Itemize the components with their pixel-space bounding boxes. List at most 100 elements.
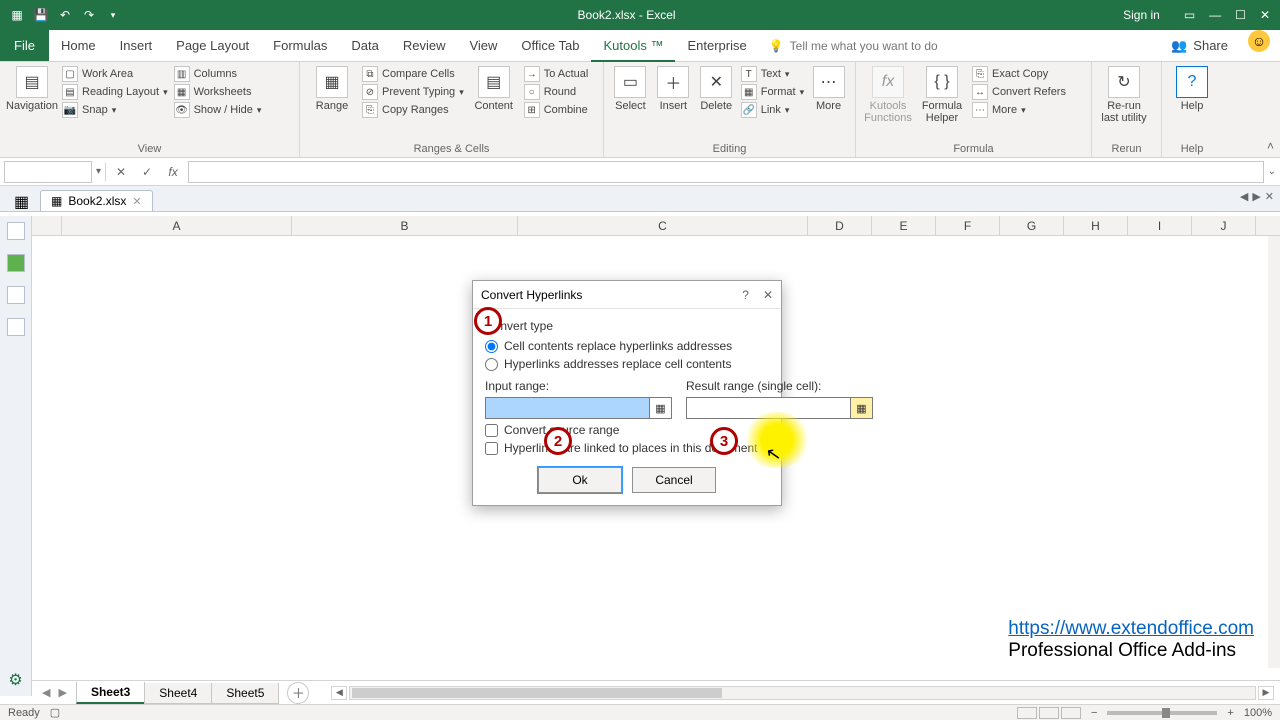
hscroll-left-icon[interactable]: ◀ bbox=[331, 686, 347, 700]
collapse-ribbon-icon[interactable]: ˄ bbox=[1267, 139, 1274, 153]
tab-file[interactable]: File bbox=[0, 30, 49, 61]
tab-formulas[interactable]: Formulas bbox=[261, 30, 339, 61]
navigation-button[interactable]: ▤Navigation bbox=[8, 66, 56, 112]
horizontal-scrollbar[interactable]: ◀ ▶ bbox=[309, 686, 1280, 700]
col-head-b[interactable]: B bbox=[292, 216, 518, 235]
cancel-formula-icon[interactable]: ✕ bbox=[110, 161, 132, 183]
tab-enterprise[interactable]: Enterprise bbox=[675, 30, 758, 61]
col-head-e[interactable]: E bbox=[872, 216, 936, 235]
delete-button[interactable]: ✕Delete bbox=[698, 66, 735, 112]
fx-button[interactable]: fx bbox=[162, 161, 184, 183]
close-icon[interactable]: ✕ bbox=[1260, 8, 1270, 22]
workbook-tab[interactable]: ▦Book2.xlsx✕ bbox=[40, 190, 153, 211]
dialog-help-icon[interactable]: ? bbox=[742, 288, 749, 302]
undo-icon[interactable]: ↶ bbox=[56, 6, 74, 24]
sheet-tab-sheet5[interactable]: Sheet5 bbox=[211, 683, 279, 704]
share-button[interactable]: 👥Share bbox=[1161, 30, 1238, 61]
input-range-field[interactable] bbox=[485, 397, 650, 419]
editing-more-button[interactable]: ⋯More bbox=[810, 66, 847, 112]
to-actual-button[interactable]: →To Actual bbox=[524, 66, 589, 82]
minimize-icon[interactable]: — bbox=[1209, 8, 1221, 22]
format-button[interactable]: ▦Format▾ bbox=[741, 84, 804, 100]
cancel-button[interactable]: Cancel bbox=[632, 467, 716, 493]
col-head-d[interactable]: D bbox=[808, 216, 872, 235]
feedback-icon[interactable]: ☺ bbox=[1248, 30, 1270, 52]
help-button[interactable]: ?Help bbox=[1170, 66, 1214, 112]
round-button[interactable]: ○Round bbox=[524, 84, 589, 100]
select-button[interactable]: ▭Select bbox=[612, 66, 649, 112]
tab-kutools[interactable]: Kutools ™ bbox=[591, 30, 675, 61]
sheet-tab-sheet3[interactable]: Sheet3 bbox=[76, 682, 145, 704]
exact-copy-button[interactable]: ⎘Exact Copy bbox=[972, 66, 1066, 82]
namebox-dropdown-icon[interactable]: ▾ bbox=[96, 166, 101, 177]
vertical-scrollbar[interactable] bbox=[1268, 236, 1280, 668]
col-head-c[interactable]: C bbox=[518, 216, 808, 235]
col-head-g[interactable]: G bbox=[1000, 216, 1064, 235]
col-head-i[interactable]: I bbox=[1128, 216, 1192, 235]
rail-icon-1[interactable] bbox=[7, 222, 25, 240]
prevent-typing-button[interactable]: ⊘Prevent Typing▾ bbox=[362, 84, 464, 100]
formula-expand-icon[interactable]: ⌄ bbox=[1268, 166, 1276, 177]
view-buttons[interactable] bbox=[1017, 707, 1081, 719]
combine-button[interactable]: ⊞Combine bbox=[524, 102, 589, 118]
hscroll-right-icon[interactable]: ▶ bbox=[1258, 686, 1274, 700]
col-head-f[interactable]: F bbox=[936, 216, 1000, 235]
watermark-link[interactable]: https://www.extendoffice.com bbox=[1008, 618, 1254, 639]
workbook-tab-close-icon[interactable]: ✕ bbox=[132, 195, 141, 208]
tab-office-tab[interactable]: Office Tab bbox=[509, 30, 591, 61]
qat-dropdown-icon[interactable]: ▾ bbox=[104, 6, 122, 24]
tab-home[interactable]: Home bbox=[49, 30, 108, 61]
reading-layout-button[interactable]: ▤Reading Layout▾ bbox=[62, 84, 168, 100]
zoom-out-icon[interactable]: − bbox=[1091, 707, 1097, 719]
name-box[interactable] bbox=[4, 161, 92, 183]
redo-icon[interactable]: ↷ bbox=[80, 6, 98, 24]
insert-button[interactable]: ＋Insert bbox=[655, 66, 692, 112]
rail-icon-2[interactable] bbox=[7, 254, 25, 272]
link-button[interactable]: 🔗Link▾ bbox=[741, 102, 804, 118]
col-head-h[interactable]: H bbox=[1064, 216, 1128, 235]
tell-me[interactable]: 💡Tell me what you want to do bbox=[759, 30, 948, 61]
sheet-next-icon[interactable]: ▶ bbox=[58, 686, 66, 699]
compare-cells-button[interactable]: ⧉Compare Cells bbox=[362, 66, 464, 82]
maximize-icon[interactable]: ☐ bbox=[1235, 8, 1246, 22]
range-button[interactable]: ▦Range bbox=[308, 66, 356, 112]
tab-data[interactable]: Data bbox=[339, 30, 390, 61]
radio-contents-replace[interactable] bbox=[485, 340, 498, 353]
linked-places-checkbox[interactable] bbox=[485, 442, 498, 455]
save-icon[interactable]: 💾 bbox=[32, 6, 50, 24]
tab-insert[interactable]: Insert bbox=[108, 30, 165, 61]
formula-more-button[interactable]: ⋯More▾ bbox=[972, 102, 1066, 118]
wb-right-icon[interactable]: ▶ bbox=[1252, 190, 1260, 203]
columns-button[interactable]: ▥Columns bbox=[174, 66, 262, 82]
convert-refers-button[interactable]: ↔Convert Refers bbox=[972, 84, 1066, 100]
content-button[interactable]: ▤Content bbox=[470, 66, 518, 112]
zoom-in-icon[interactable]: + bbox=[1227, 707, 1233, 719]
ok-button[interactable]: Ok bbox=[538, 467, 622, 493]
formula-input[interactable] bbox=[188, 161, 1264, 183]
tab-review[interactable]: Review bbox=[391, 30, 458, 61]
formula-helper-button[interactable]: { }Formula Helper bbox=[918, 66, 966, 124]
result-range-picker-icon[interactable]: ▦ bbox=[851, 397, 873, 419]
ribbon-options-icon[interactable]: ▭ bbox=[1184, 8, 1195, 22]
text-button[interactable]: TText▾ bbox=[741, 66, 804, 82]
zoom-slider[interactable] bbox=[1107, 711, 1217, 715]
rail-icon-3[interactable] bbox=[7, 286, 25, 304]
input-range-picker-icon[interactable]: ▦ bbox=[650, 397, 672, 419]
col-head-j[interactable]: J bbox=[1192, 216, 1256, 235]
rail-icon-4[interactable] bbox=[7, 318, 25, 336]
work-area-button[interactable]: ▢Work Area bbox=[62, 66, 168, 82]
zoom-level[interactable]: 100% bbox=[1244, 707, 1272, 719]
signin-link[interactable]: Sign in bbox=[1123, 8, 1160, 22]
radio-addresses-replace[interactable] bbox=[485, 358, 498, 371]
worksheets-button[interactable]: ▦Worksheets bbox=[174, 84, 262, 100]
macro-record-icon[interactable]: ▢ bbox=[50, 706, 60, 719]
sheet-prev-icon[interactable]: ◀ bbox=[42, 686, 50, 699]
add-sheet-button[interactable]: ＋ bbox=[287, 682, 309, 704]
sheet-tab-sheet4[interactable]: Sheet4 bbox=[144, 683, 212, 704]
convert-source-checkbox[interactable] bbox=[485, 424, 498, 437]
col-head-a[interactable]: A bbox=[62, 216, 292, 235]
wb-left-icon[interactable]: ◀ bbox=[1240, 190, 1248, 203]
snap-button[interactable]: 📷Snap▾ bbox=[62, 102, 168, 118]
rerun-button[interactable]: ↻Re-run last utility bbox=[1100, 66, 1148, 124]
tab-page-layout[interactable]: Page Layout bbox=[164, 30, 261, 61]
